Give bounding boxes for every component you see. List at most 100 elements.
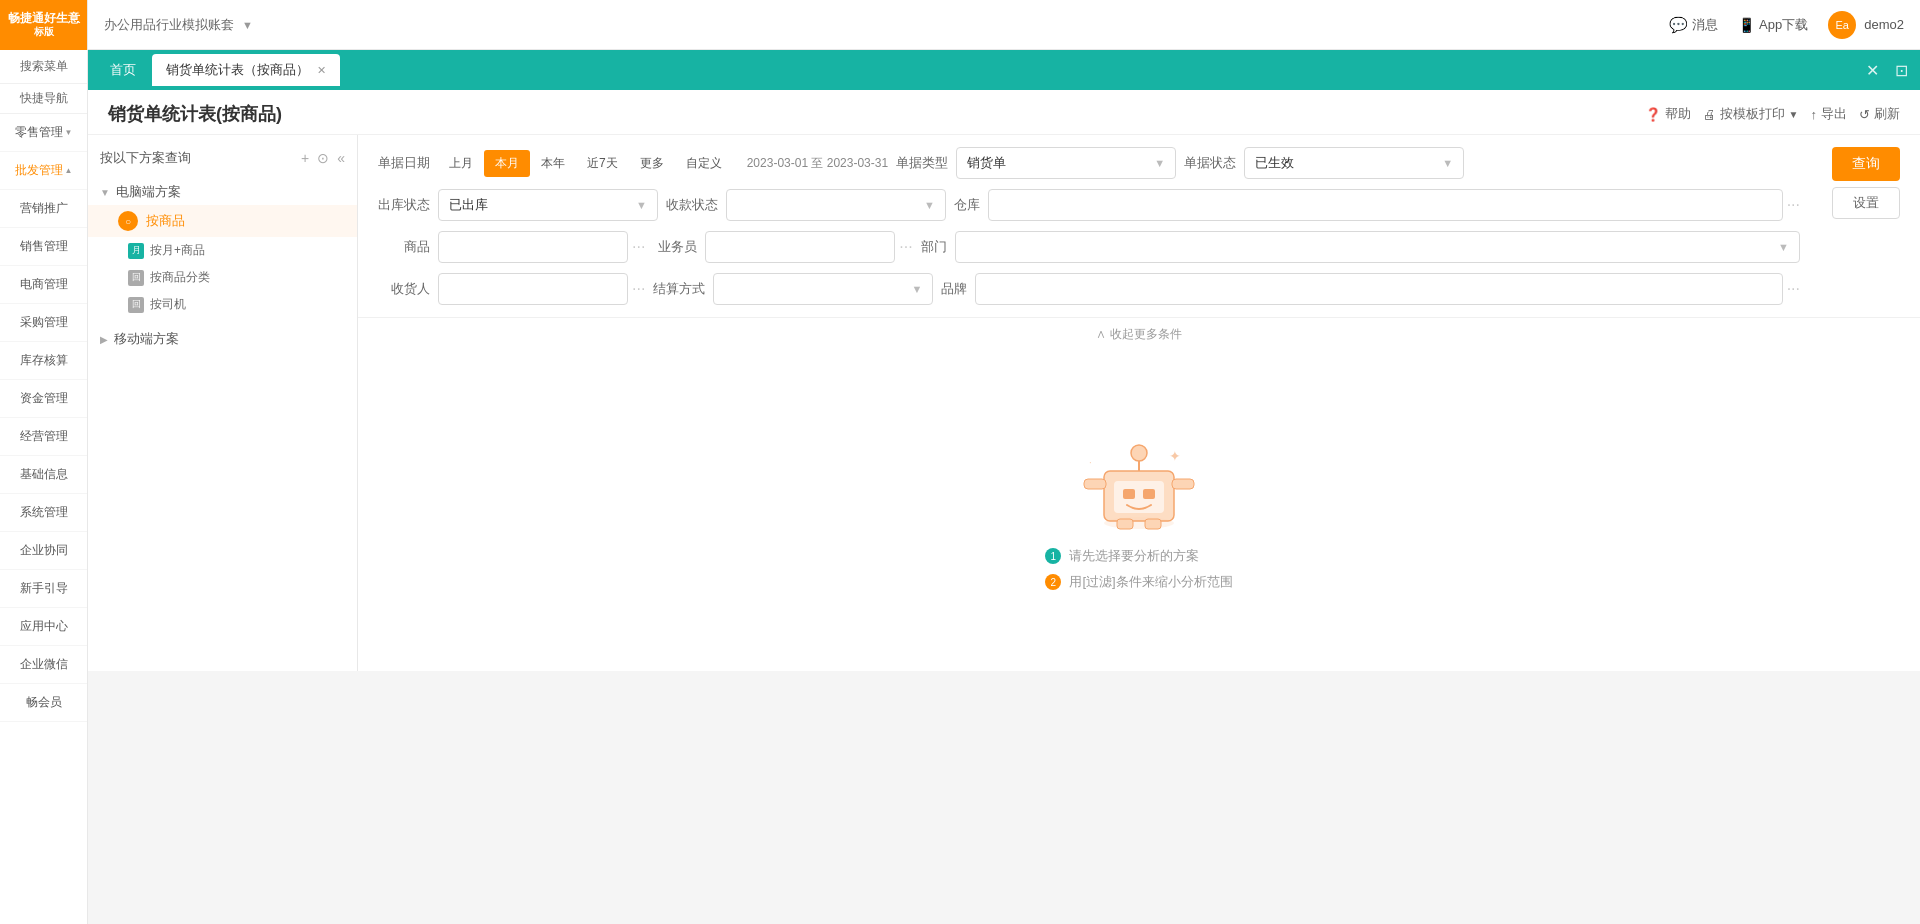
- settlement-select[interactable]: ▼: [713, 273, 933, 305]
- sidebar-item-operations[interactable]: 经营管理: [0, 418, 87, 456]
- main-area: 办公用品行业模拟账套 ▼ 💬 消息 📱 App下载 Ea demo2 首页: [88, 0, 1920, 924]
- date-tab-custom[interactable]: 自定义: [675, 150, 733, 177]
- sidebar-item-system[interactable]: 系统管理: [0, 494, 87, 532]
- sidebar-item-ecommerce-label: 电商管理: [20, 276, 68, 293]
- collapse-panel-icon[interactable]: «: [337, 150, 345, 166]
- doc-type-select[interactable]: 销货单 ▼: [956, 147, 1176, 179]
- sidebar-item-apps[interactable]: 应用中心: [0, 608, 87, 646]
- date-tab-last-month[interactable]: 上月: [438, 150, 484, 177]
- mobile-scheme-group-label: 移动端方案: [114, 330, 179, 348]
- settings-scheme-icon[interactable]: ⊙: [317, 150, 329, 166]
- sidebar-item-newbie[interactable]: 新手引导: [0, 570, 87, 608]
- tab-sales-stat[interactable]: 销货单统计表（按商品） ✕: [152, 54, 340, 86]
- tab-close-all-button[interactable]: ✕: [1862, 57, 1883, 84]
- filter-row-1: 单据日期 上月 本月 本年 近7天 更多 自定义: [378, 147, 1900, 305]
- export-label: 导出: [1821, 105, 1847, 123]
- username: demo2: [1864, 17, 1904, 32]
- sidebar-item-member[interactable]: 畅会员: [0, 684, 87, 722]
- app-download-button[interactable]: 📱 App下载: [1738, 16, 1808, 34]
- scheme-item-by-product[interactable]: ○ 按商品: [88, 205, 357, 237]
- export-icon: ↑: [1811, 107, 1818, 122]
- scheme-sub-month-product[interactable]: 月 按月+商品: [88, 237, 357, 264]
- salesperson-dots[interactable]: ···: [899, 238, 912, 256]
- date-tab-this-month[interactable]: 本月: [484, 150, 530, 177]
- sidebar-item-sales[interactable]: 销售管理: [0, 228, 87, 266]
- warehouse-input[interactable]: [988, 189, 1783, 221]
- sidebar-item-enterprise[interactable]: 企业协同: [0, 532, 87, 570]
- pc-scheme-group-header[interactable]: ▼ 电脑端方案: [88, 179, 357, 205]
- sidebar-item-sales-label: 销售管理: [20, 238, 68, 255]
- by-product-icon: ○: [118, 211, 138, 231]
- scheme-sub-product-category[interactable]: 回 按商品分类: [88, 264, 357, 291]
- brand-input[interactable]: [975, 273, 1782, 305]
- product-dots[interactable]: ···: [632, 238, 645, 256]
- svg-rect-7: [1145, 519, 1161, 529]
- sidebar-item-member-label: 畅会员: [26, 694, 62, 711]
- department-select[interactable]: ▼: [955, 231, 1800, 263]
- message-icon: 💬: [1669, 16, 1688, 34]
- mobile-scheme-group: ▶ 移动端方案: [88, 322, 357, 356]
- logo: 畅捷通好生意 标版: [0, 0, 87, 50]
- empty-text: 1 请先选择要分析的方案 2 用[过滤]条件来缩小分析范围: [1045, 547, 1232, 591]
- add-scheme-icon[interactable]: +: [301, 150, 309, 166]
- month-product-icon: 月: [128, 243, 144, 259]
- sidebar-item-enterprise-label: 企业协同: [20, 542, 68, 559]
- tab-home[interactable]: 首页: [96, 54, 150, 86]
- doc-type-value: 销货单: [967, 154, 1006, 172]
- sidebar-item-ecommerce[interactable]: 电商管理: [0, 266, 87, 304]
- salesperson-input[interactable]: [705, 231, 895, 263]
- warehouse-dots[interactable]: ···: [1787, 196, 1800, 214]
- export-button[interactable]: ↑ 导出: [1811, 105, 1848, 123]
- app-icon: 📱: [1738, 17, 1755, 33]
- logo-sub: 标版: [34, 25, 54, 39]
- header-dropdown-icon[interactable]: ▼: [242, 19, 253, 31]
- chevron-down-icon: ▼: [65, 128, 73, 137]
- out-status-label: 出库状态: [378, 196, 438, 214]
- receiver-input[interactable]: [438, 273, 628, 305]
- mobile-scheme-group-header[interactable]: ▶ 移动端方案: [88, 326, 357, 352]
- sidebar-item-purchase[interactable]: 采购管理: [0, 304, 87, 342]
- date-tab-more[interactable]: 更多: [629, 150, 675, 177]
- quick-nav-label: 快捷导航: [20, 91, 68, 105]
- sidebar-item-system-label: 系统管理: [20, 504, 68, 521]
- header-subtitle: 办公用品行业模拟账套: [104, 16, 234, 34]
- sidebar-item-retail[interactable]: 零售管理 ▼: [0, 114, 87, 152]
- product-input[interactable]: [438, 231, 628, 263]
- tab-close-icon[interactable]: ✕: [317, 64, 326, 77]
- settings-button[interactable]: 设置: [1832, 187, 1900, 219]
- brand-dots[interactable]: ···: [1787, 280, 1800, 298]
- sidebar-item-finance[interactable]: 资金管理: [0, 380, 87, 418]
- sidebar-item-marketing[interactable]: 营销推广: [0, 190, 87, 228]
- avatar: Ea: [1828, 11, 1856, 39]
- help-button[interactable]: ❓ 帮助: [1645, 105, 1691, 123]
- out-status-select[interactable]: 已出库 ▼: [438, 189, 658, 221]
- doc-status-arrow-icon: ▼: [1442, 157, 1453, 169]
- receiver-dots[interactable]: ···: [632, 280, 645, 298]
- refresh-button[interactable]: ↺ 刷新: [1859, 105, 1900, 123]
- sidebar-item-basic[interactable]: 基础信息: [0, 456, 87, 494]
- quick-nav[interactable]: 快捷导航: [0, 84, 87, 114]
- chevron-up-icon: ▲: [65, 166, 73, 175]
- sidebar-item-wholesale[interactable]: 批发管理 ▲: [0, 152, 87, 190]
- date-tab-this-year[interactable]: 本年: [530, 150, 576, 177]
- sidebar-item-inventory[interactable]: 库存核算: [0, 342, 87, 380]
- template-print-button[interactable]: 🖨 按模板打印 ▼: [1703, 105, 1799, 123]
- user-area[interactable]: Ea demo2: [1828, 11, 1904, 39]
- search-menu[interactable]: 搜索菜单: [0, 50, 87, 84]
- payment-status-select[interactable]: ▼: [726, 189, 946, 221]
- sidebar-item-wechat[interactable]: 企业微信: [0, 646, 87, 684]
- date-range: 2023-03-01 至 2023-03-31: [747, 155, 888, 172]
- date-tab-last-7[interactable]: 近7天: [576, 150, 629, 177]
- page-title-bar: 销货单统计表(按商品) ❓ 帮助 🖨 按模板打印 ▼ ↑ 导出: [88, 90, 1920, 135]
- doc-status-select[interactable]: 已生效 ▼: [1244, 147, 1464, 179]
- print-icon: 🖨: [1703, 107, 1716, 122]
- collapse-bar[interactable]: ∧ 收起更多条件: [358, 317, 1920, 351]
- message-button[interactable]: 💬 消息: [1669, 16, 1718, 34]
- empty-illustration: ✦ ·: [1079, 431, 1199, 531]
- refresh-label: 刷新: [1874, 105, 1900, 123]
- tab-minimize-button[interactable]: ⊡: [1891, 57, 1912, 84]
- tip1-text: 请先选择要分析的方案: [1069, 547, 1199, 565]
- scheme-sub-by-printer[interactable]: 回 按司机: [88, 291, 357, 318]
- query-button[interactable]: 查询: [1832, 147, 1900, 181]
- svg-text:✦: ✦: [1169, 448, 1181, 464]
